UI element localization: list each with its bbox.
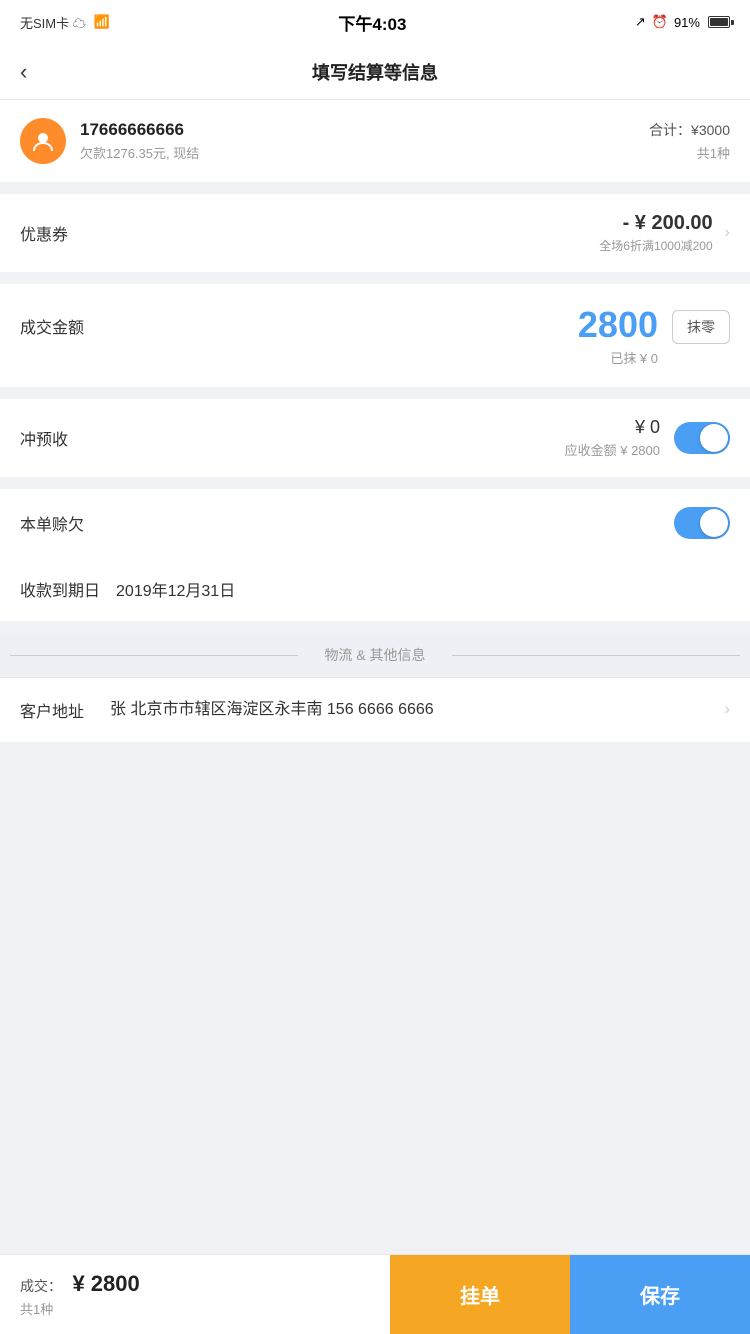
- deal-amount-label: 成交金额: [20, 314, 84, 338]
- deal-amount-section: 成交金额 2800 已抹 ¥ 0 抹零: [0, 284, 750, 387]
- bottom-info: 成交： ¥ 2800 共1种: [0, 1271, 390, 1318]
- wifi-icon: 📶: [94, 14, 110, 30]
- save-button[interactable]: 保存: [570, 1255, 750, 1334]
- no-sim-text: 无SIM卡 ☁: [20, 13, 86, 32]
- yushou-bottom-value: 应收金额 ¥ 2800: [565, 440, 660, 459]
- coupon-section: 优惠券 - ¥ 200.00 全场6折满1000减200 ›: [0, 194, 750, 272]
- coupon-value: - ¥ 200.00 全场6折满1000减200: [599, 212, 712, 254]
- logistics-label: 物流 & 其他信息: [324, 645, 425, 665]
- yushou-values: ¥ 0 应收金额 ¥ 2800: [565, 417, 660, 459]
- avatar: [20, 118, 66, 164]
- due-date-value: 2019年12月31日: [116, 577, 235, 601]
- yushou-top-value: ¥ 0: [565, 417, 660, 438]
- customer-phone: 17666666666: [80, 120, 199, 140]
- bottom-deal-count: 共1种: [20, 1299, 370, 1318]
- status-time: 下午4:03: [338, 10, 406, 35]
- address-label: 客户地址: [20, 698, 100, 722]
- page-title: 填写结算等信息: [312, 59, 438, 85]
- coupon-row[interactable]: 优惠券 - ¥ 200.00 全场6折满1000减200 ›: [0, 194, 750, 272]
- divider-2: [0, 272, 750, 284]
- alarm-icon: ⏰: [652, 14, 668, 30]
- nav-bar: ‹ 填写结算等信息: [0, 44, 750, 100]
- customer-card: 17666666666 欠款1276.35元, 现结 合计：¥3000 共1种: [0, 100, 750, 182]
- logistics-divider: 物流 & 其他信息: [0, 633, 750, 677]
- hang-button[interactable]: 挂单: [390, 1255, 570, 1334]
- chong-yushou-toggle[interactable]: [674, 422, 730, 454]
- coupon-label: 优惠券: [20, 221, 68, 245]
- bottom-deal-label: 成交：: [20, 1278, 62, 1294]
- back-button[interactable]: ‹: [20, 59, 27, 85]
- total-count: 共1种: [649, 143, 730, 162]
- coupon-chevron-icon: ›: [725, 224, 730, 242]
- deal-amount-number: 2800: [578, 304, 658, 346]
- customer-info: 17666666666 欠款1276.35元, 现结: [80, 120, 199, 162]
- bottom-deal-amount: ¥ 2800: [72, 1271, 139, 1296]
- divider-3: [0, 387, 750, 399]
- chong-yushou-label: 冲预收: [20, 426, 68, 450]
- divider-line-right: [452, 655, 740, 656]
- location-icon: ↗: [635, 14, 646, 30]
- status-left: 无SIM卡 ☁ 📶: [20, 13, 110, 32]
- beidan-row: 本单赊欠: [0, 489, 750, 557]
- deal-amount-sub: 已抹 ¥ 0: [578, 348, 658, 367]
- customer-left: 17666666666 欠款1276.35元, 现结: [20, 118, 199, 164]
- divider-4: [0, 477, 750, 489]
- battery-text: 91%: [674, 15, 700, 30]
- total-label: 合计：¥3000: [649, 120, 730, 140]
- customer-total: 合计：¥3000 共1种: [649, 120, 730, 162]
- coupon-right: - ¥ 200.00 全场6折满1000减200 ›: [68, 212, 730, 254]
- beidan-section: 本单赊欠: [0, 489, 750, 557]
- divider-1: [0, 182, 750, 194]
- content: 17666666666 欠款1276.35元, 现结 合计：¥3000 共1种 …: [0, 100, 750, 862]
- bottom-space: [0, 742, 750, 862]
- customer-debt: 欠款1276.35元, 现结: [80, 143, 199, 162]
- beidan-toggle[interactable]: [674, 507, 730, 539]
- address-row[interactable]: 客户地址 张 北京市市辖区海淀区永丰南 156 6666 6666 ›: [0, 678, 750, 742]
- bottom-deal-line: 成交： ¥ 2800: [20, 1271, 370, 1297]
- due-date-row: 收款到期日 2019年12月31日: [0, 557, 750, 621]
- coupon-desc: 全场6折满1000减200: [599, 237, 712, 254]
- coupon-amount: - ¥ 200.00: [599, 212, 712, 235]
- deal-amount-row: 成交金额 2800 已抹 ¥ 0 抹零: [0, 284, 750, 387]
- chong-yushou-section: 冲预收 ¥ 0 应收金额 ¥ 2800: [0, 399, 750, 477]
- address-chevron-icon: ›: [725, 701, 730, 719]
- beidan-label: 本单赊欠: [20, 511, 84, 535]
- due-date-label: 收款到期日: [20, 577, 100, 601]
- bottom-bar: 成交： ¥ 2800 共1种 挂单 保存: [0, 1254, 750, 1334]
- status-bar: 无SIM卡 ☁ 📶 下午4:03 ↗ ⏰ 91%: [0, 0, 750, 44]
- round-zero-button[interactable]: 抹零: [672, 310, 730, 344]
- divider-5: [0, 621, 750, 633]
- status-right: ↗ ⏰ 91%: [635, 14, 730, 30]
- chong-yushou-row: 冲预收 ¥ 0 应收金额 ¥ 2800: [0, 399, 750, 477]
- battery-icon: [708, 16, 730, 28]
- address-value: 张 北京市市辖区海淀区永丰南 156 6666 6666: [110, 698, 715, 722]
- divider-line-left: [10, 655, 298, 656]
